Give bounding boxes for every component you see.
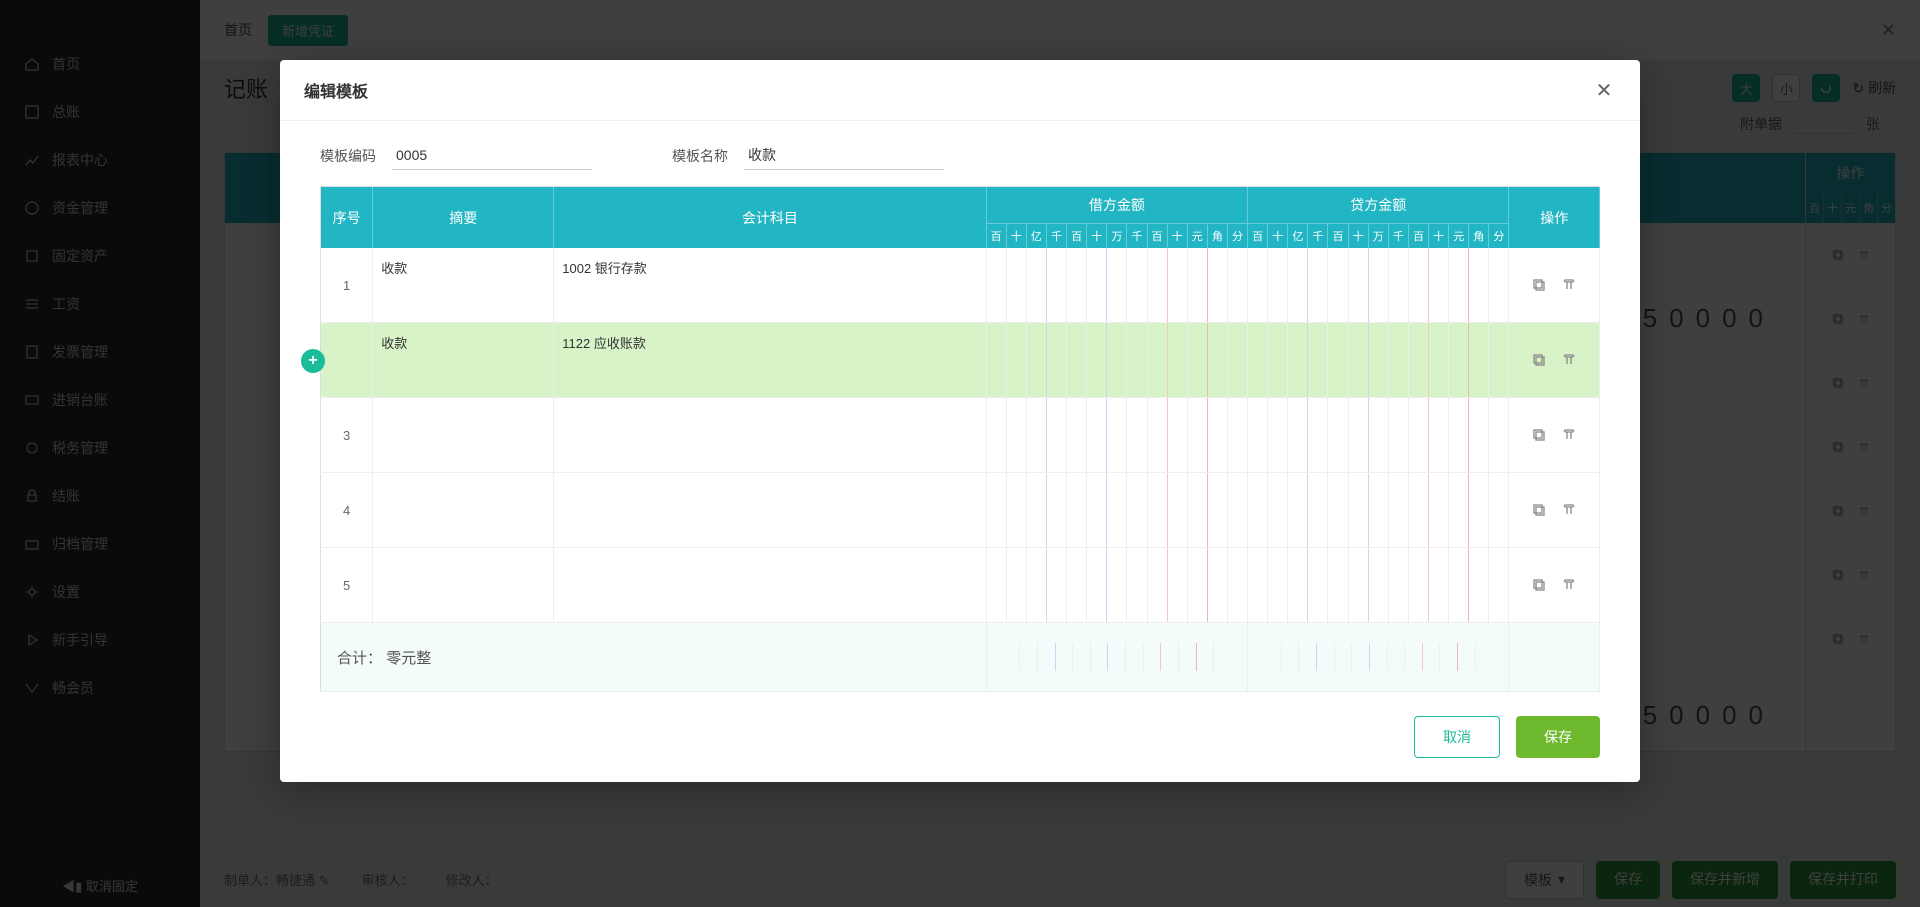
th-debit: 借方金额 百十亿千百十万千百十元角分	[986, 187, 1247, 249]
summary-cell[interactable]	[373, 398, 553, 472]
account-cell[interactable]	[554, 473, 985, 547]
sum-label: 合计：	[337, 650, 382, 667]
seq-cell: 5	[321, 548, 372, 622]
account-cell[interactable]: 1002 银行存款	[554, 248, 985, 322]
edit-template-modal: 编辑模板 ✕ 模板编码 模板名称 序号 摘要 会计科目 借方金额	[280, 60, 1640, 782]
template-name-label: 模板名称	[672, 146, 728, 166]
th-ops: 操作	[1509, 187, 1600, 249]
credit-cell[interactable]	[1248, 323, 1509, 398]
delete-icon[interactable]	[1561, 352, 1577, 368]
delete-icon[interactable]	[1561, 577, 1577, 593]
unit-header: 万	[1107, 224, 1127, 248]
unit-header: 千	[1127, 224, 1147, 248]
table-row[interactable]: 3	[321, 398, 1600, 473]
debit-cell[interactable]	[986, 548, 1247, 623]
template-name-input[interactable]	[744, 141, 944, 170]
table-row[interactable]: 1收款1002 银行存款	[321, 248, 1600, 323]
table-row[interactable]: 5	[321, 548, 1600, 623]
save-button[interactable]: 保存	[1516, 716, 1600, 758]
credit-cell[interactable]	[1248, 398, 1509, 473]
copy-icon[interactable]	[1531, 427, 1547, 443]
credit-cell[interactable]	[1248, 473, 1509, 548]
th-credit: 贷方金额 百十亿千百十万千百十元角分	[1248, 187, 1509, 249]
seq-cell	[321, 323, 372, 397]
unit-header: 千	[1389, 224, 1409, 248]
modal-header: 编辑模板 ✕	[280, 60, 1640, 121]
unit-header: 元	[1449, 224, 1469, 248]
debit-cell[interactable]	[986, 473, 1247, 548]
unit-header: 十	[1349, 224, 1369, 248]
copy-icon[interactable]	[1531, 277, 1547, 293]
copy-icon[interactable]	[1531, 502, 1547, 518]
unit-header: 分	[1489, 224, 1508, 248]
account-cell[interactable]: 1122 应收账款	[554, 323, 985, 397]
debit-cell[interactable]	[986, 323, 1247, 398]
unit-header: 百	[1409, 224, 1429, 248]
account-cell[interactable]	[554, 548, 985, 622]
delete-icon[interactable]	[1561, 502, 1577, 518]
modal-form: 模板编码 模板名称	[280, 121, 1640, 178]
copy-icon[interactable]	[1531, 352, 1547, 368]
th-debit-label: 借方金额	[987, 187, 1247, 224]
sum-row: 合计： 零元整	[321, 623, 1600, 692]
template-table: 序号 摘要 会计科目 借方金额 百十亿千百十万千百十元角分 贷方金额 百十亿千百…	[320, 186, 1600, 692]
unit-header: 千	[1308, 224, 1328, 248]
unit-header: 百	[1067, 224, 1087, 248]
unit-header: 角	[1469, 224, 1489, 248]
unit-header: 十	[1268, 224, 1288, 248]
th-summary: 摘要	[373, 187, 554, 249]
copy-icon[interactable]	[1531, 577, 1547, 593]
debit-cell[interactable]	[986, 248, 1247, 323]
debit-cell[interactable]	[986, 398, 1247, 473]
unit-header: 百	[1328, 224, 1348, 248]
unit-header: 十	[1168, 224, 1188, 248]
unit-header: 亿	[1027, 224, 1047, 248]
unit-header: 元	[1188, 224, 1208, 248]
seq-cell: 1	[321, 248, 372, 322]
seq-cell: 3	[321, 398, 372, 472]
summary-cell[interactable]: 收款	[373, 248, 553, 322]
unit-header: 十	[1007, 224, 1027, 248]
unit-header: 百	[1148, 224, 1168, 248]
delete-icon[interactable]	[1561, 427, 1577, 443]
summary-cell[interactable]: 收款	[373, 323, 553, 397]
th-credit-label: 贷方金额	[1248, 187, 1508, 224]
add-row-button[interactable]: +	[301, 349, 325, 373]
modal-title: 编辑模板	[304, 78, 368, 102]
close-icon[interactable]: ✕	[1592, 78, 1616, 102]
unit-header: 十	[1429, 224, 1449, 248]
table-row[interactable]: +收款1122 应收账款	[321, 323, 1600, 398]
sum-text: 零元整	[386, 650, 431, 667]
credit-cell[interactable]	[1248, 548, 1509, 623]
modal-footer: 取消 保存	[280, 708, 1640, 782]
unit-header: 十	[1087, 224, 1107, 248]
seq-cell: 4	[321, 473, 372, 547]
summary-cell[interactable]	[373, 548, 553, 622]
modal-body: 序号 摘要 会计科目 借方金额 百十亿千百十万千百十元角分 贷方金额 百十亿千百…	[280, 178, 1640, 708]
th-seq: 序号	[321, 187, 373, 249]
credit-cell[interactable]	[1248, 248, 1509, 323]
unit-header: 亿	[1288, 224, 1308, 248]
unit-header: 分	[1228, 224, 1247, 248]
summary-cell[interactable]	[373, 473, 553, 547]
table-row[interactable]: 4	[321, 473, 1600, 548]
unit-header: 千	[1047, 224, 1067, 248]
template-code-label: 模板编码	[320, 146, 376, 166]
th-account: 会计科目	[554, 187, 986, 249]
unit-header: 角	[1208, 224, 1228, 248]
unit-header: 万	[1369, 224, 1389, 248]
account-cell[interactable]	[554, 398, 985, 472]
delete-icon[interactable]	[1561, 277, 1577, 293]
unit-header: 百	[1248, 224, 1268, 248]
template-code-input[interactable]	[392, 141, 592, 170]
unit-header: 百	[987, 224, 1007, 248]
cancel-button[interactable]: 取消	[1414, 716, 1500, 758]
